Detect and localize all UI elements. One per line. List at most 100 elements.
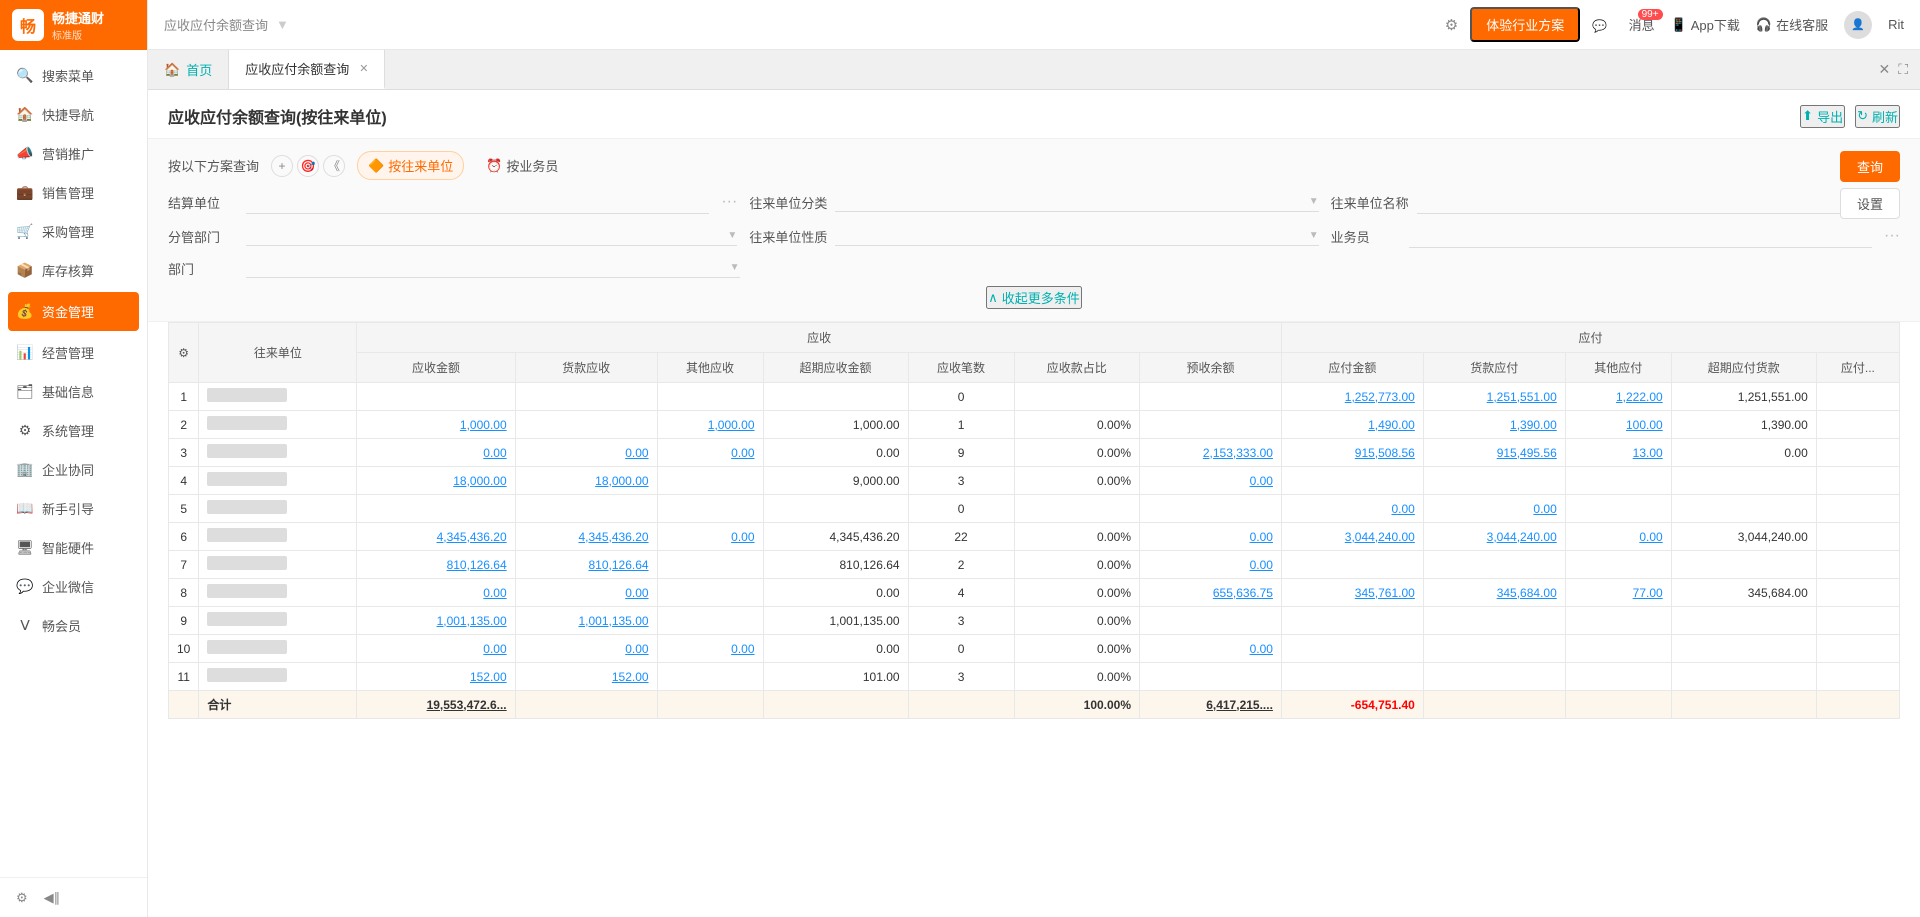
sidebar-item-mgmt[interactable]: 📊经营管理 [0, 333, 147, 372]
sidebar-settings-btn[interactable]: ⚙ [16, 890, 28, 906]
cell-link[interactable]: 4,345,436.20 [437, 530, 507, 544]
sidebar-item-label: 采购管理 [42, 222, 94, 241]
promo-button[interactable]: 体验行业方案 [1470, 7, 1580, 42]
cell-link[interactable]: 1,000.00 [708, 418, 755, 432]
sidebar-item-finance[interactable]: 💰资金管理 [8, 292, 139, 331]
notification-button[interactable]: 💬 99+ 消息 [1592, 15, 1654, 34]
add-scheme-btn[interactable]: + [271, 155, 293, 177]
refresh-button[interactable]: ↻ 刷新 [1855, 105, 1900, 128]
unit-category-select[interactable]: ▼ [835, 192, 1318, 212]
scheme-by-unit[interactable]: 🔶 按往来单位 [357, 151, 464, 180]
salesperson-input[interactable] [1409, 224, 1872, 248]
cell-link[interactable]: 915,495.56 [1497, 446, 1557, 460]
cell-link[interactable]: 3,044,240.00 [1345, 530, 1415, 544]
unit-nature-select[interactable]: ▼ [835, 226, 1318, 246]
cell-link[interactable]: 0.00 [731, 642, 754, 656]
footer-prepay[interactable]: 6,417,215.... [1140, 691, 1282, 719]
tab-query[interactable]: 应收应付余额查询 ✕ [229, 50, 385, 89]
sidebar-item-corp[interactable]: 🏢企业协同 [0, 450, 147, 489]
th-ap-more: 应付... [1816, 353, 1899, 383]
scheme-by-staff[interactable]: ⏰ 按业务员 [476, 152, 568, 179]
export-button[interactable]: ⬆ 导出 [1800, 105, 1845, 128]
cell-link[interactable]: 18,000.00 [595, 474, 648, 488]
cell-link[interactable]: 345,761.00 [1355, 586, 1415, 600]
sidebar-item-base[interactable]: 🗂基础信息 [0, 372, 147, 411]
cell-link[interactable]: 3,044,240.00 [1487, 530, 1557, 544]
cell-link[interactable]: 0.00 [1639, 530, 1662, 544]
cell-link[interactable]: 0.00 [625, 586, 648, 600]
cell-link[interactable]: 1,252,773.00 [1345, 390, 1415, 404]
online-service-button[interactable]: 🎧 在线客服 [1756, 15, 1828, 34]
cell-link[interactable]: 0.00 [1250, 642, 1273, 656]
cell-link[interactable]: 1,222.00 [1616, 390, 1663, 404]
tab-maximize-icon[interactable]: ⛶ [1898, 61, 1908, 78]
th-gear[interactable]: ⚙ [169, 323, 199, 383]
sidebar-item-system[interactable]: ⚙系统管理 [0, 411, 147, 450]
cell-link[interactable]: 77.00 [1633, 586, 1663, 600]
cell-link[interactable]: 2,153,333.00 [1203, 446, 1273, 460]
footer-ar-amount[interactable]: 19,553,472.6... [357, 691, 515, 719]
setting-button[interactable]: 设置 [1840, 188, 1900, 219]
cell-link[interactable]: 1,251,551.00 [1487, 390, 1557, 404]
cell-link[interactable]: 0.00 [731, 446, 754, 460]
cell-link[interactable]: 655,636.75 [1213, 586, 1273, 600]
cell-link[interactable]: 1,490.00 [1368, 418, 1415, 432]
cell-link[interactable]: 345,684.00 [1497, 586, 1557, 600]
cell-link[interactable]: 0.00 [625, 446, 648, 460]
app-download-button[interactable]: 📱 App下载 [1671, 15, 1740, 34]
cell-link[interactable]: 0.00 [483, 642, 506, 656]
sidebar-item-hardware[interactable]: 🖥智能硬件 [0, 528, 147, 567]
sidebar-item-guide[interactable]: 📖新手引导 [0, 489, 147, 528]
cell-link[interactable]: 0.00 [1391, 502, 1414, 516]
guide-icon: 📖 [16, 500, 34, 517]
cell-link[interactable]: 4,345,436.20 [578, 530, 648, 544]
settlement-dots-icon[interactable]: ··· [721, 193, 737, 211]
cell-link[interactable]: 1,390.00 [1510, 418, 1557, 432]
cell-link[interactable]: 0.00 [1250, 474, 1273, 488]
cell-link[interactable]: 0.00 [1533, 502, 1556, 516]
unit-name-input[interactable] [1417, 190, 1900, 214]
cell-link[interactable]: 1,001,135.00 [578, 614, 648, 628]
edit-scheme-btn[interactable]: 🎯 [297, 155, 319, 177]
row-ap-goods: 3,044,240.00 [1423, 523, 1565, 551]
sidebar-item-search[interactable]: 🔍搜索菜单 [0, 56, 147, 95]
cell-link[interactable]: 810,126.64 [588, 558, 648, 572]
cell-link[interactable]: 152.00 [612, 670, 649, 684]
cell-link[interactable]: 0.00 [731, 530, 754, 544]
query-button[interactable]: 查询 [1840, 151, 1900, 182]
collapse-button[interactable]: ∧ 收起更多条件 [986, 286, 1082, 309]
tab-close-window-icon[interactable]: ✕ [1878, 61, 1890, 78]
dept-select[interactable]: ▼ [246, 258, 740, 278]
sidebar-item-sales[interactable]: 💼销售管理 [0, 173, 147, 212]
salesperson-dots-icon[interactable]: ··· [1884, 227, 1900, 245]
cell-link[interactable]: 0.00 [1250, 530, 1273, 544]
sidebar-collapse-btn[interactable]: ◀∥ [44, 890, 61, 906]
topbar-gear-icon[interactable]: ⚙ [1445, 16, 1458, 34]
cell-link[interactable]: 0.00 [483, 446, 506, 460]
user-avatar[interactable]: 👤 [1844, 11, 1872, 39]
cell-link[interactable]: 1,001,135.00 [437, 614, 507, 628]
settlement-input[interactable] [246, 190, 709, 214]
sidebar-item-member[interactable]: Ⅴ畅会员 [0, 606, 147, 645]
cell-link[interactable]: 0.00 [483, 586, 506, 600]
cell-link[interactable]: 810,126.64 [447, 558, 507, 572]
cell-link[interactable]: 152.00 [470, 670, 507, 684]
cell-link[interactable]: 0.00 [1250, 558, 1273, 572]
table-settings-icon[interactable]: ⚙ [178, 346, 189, 360]
tab-close-icon[interactable]: ✕ [359, 62, 368, 75]
cell-link[interactable]: 1,000.00 [460, 418, 507, 432]
cell-link[interactable]: 0.00 [625, 642, 648, 656]
more-scheme-btn[interactable]: 《 [323, 155, 345, 177]
sidebar-item-wechat[interactable]: 💬企业微信 [0, 567, 147, 606]
cell-link[interactable]: 100.00 [1626, 418, 1663, 432]
sidebar-item-purchase[interactable]: 🛒采购管理 [0, 212, 147, 251]
cell-link[interactable]: 13.00 [1633, 446, 1663, 460]
sidebar-item-shortcut[interactable]: 🏠快捷导航 [0, 95, 147, 134]
sidebar-item-inventory[interactable]: 📦库存核算 [0, 251, 147, 290]
sidebar-item-marketing[interactable]: 📣营销推广 [0, 134, 147, 173]
cell-link[interactable]: 915,508.56 [1355, 446, 1415, 460]
tab-home[interactable]: 🏠 首页 [148, 50, 229, 89]
cell-link[interactable]: 18,000.00 [453, 474, 506, 488]
dept-manage-select[interactable]: ▼ [246, 226, 737, 246]
username-label[interactable]: Rit [1888, 17, 1904, 32]
